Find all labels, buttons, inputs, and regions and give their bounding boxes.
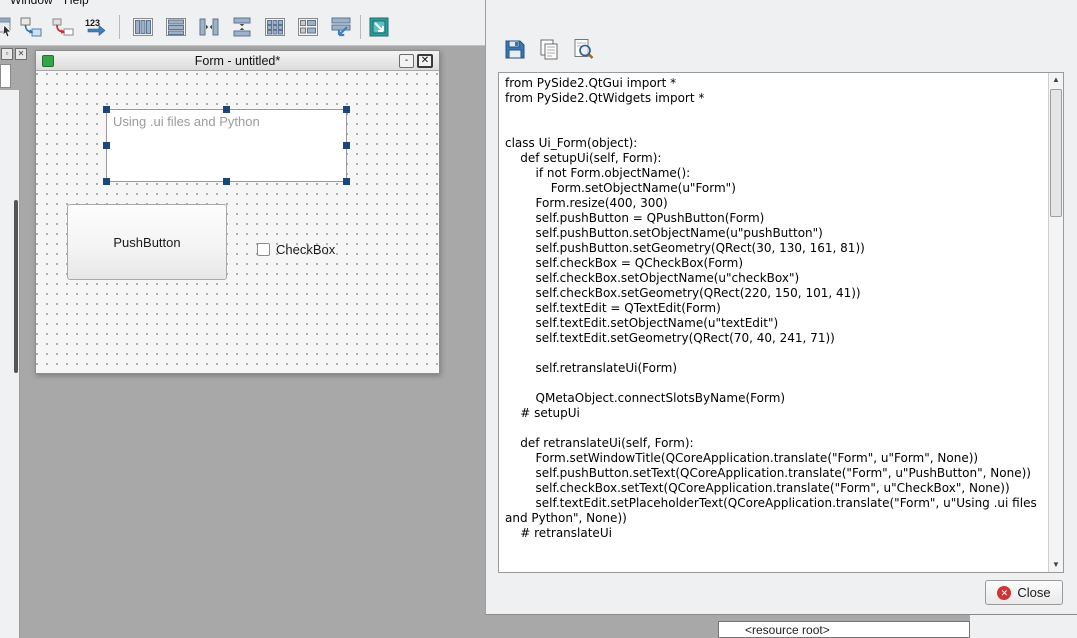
find-icon	[571, 37, 595, 61]
selection-handle-top-right[interactable]	[343, 106, 350, 113]
layout-splitter-vertical-button[interactable]	[229, 14, 255, 40]
selection-handle-top-left[interactable]	[103, 106, 110, 113]
edit-signals-slots-button[interactable]	[18, 14, 44, 40]
edit-widgets-icon	[0, 15, 15, 39]
toolbar-separator	[119, 15, 120, 39]
break-layout-button[interactable]	[328, 14, 354, 40]
edit-widgets-button[interactable]	[0, 14, 16, 40]
copy-icon	[537, 37, 561, 61]
designer-form-window: Form - untitled* - ✕ Using .ui files and…	[35, 50, 440, 374]
layout-horizontal-icon	[131, 15, 155, 39]
layout-vertical-button[interactable]	[163, 14, 189, 40]
selection-handle-bottom-left[interactable]	[103, 178, 110, 185]
checkbox-label: CheckBox	[276, 242, 335, 257]
edit-signals-slots-icon	[19, 15, 43, 39]
bottom-strip: <resource root>	[485, 615, 1077, 638]
scrollbar-slider[interactable]	[1050, 89, 1062, 217]
scroll-down-icon[interactable]: ▼	[1049, 558, 1063, 572]
close-dialog-button[interactable]: ✕ Close	[985, 580, 1063, 605]
code-preview-dialog: from PySide2.QtGui import * from PySide2…	[485, 0, 1077, 615]
scroll-up-icon[interactable]: ▲	[1049, 73, 1063, 87]
edit-buddies-icon	[51, 15, 75, 39]
form-canvas[interactable]: Using .ui files and Python PushButton Ch…	[36, 71, 439, 373]
menu-help[interactable]: Help	[64, 0, 89, 7]
edit-buddies-button[interactable]	[50, 14, 76, 40]
form-window-titlebar[interactable]: Form - untitled* - ✕	[36, 51, 439, 71]
textedit-placeholder: Using .ui files and Python	[107, 110, 346, 133]
selection-handle-bottom-right[interactable]	[343, 178, 350, 185]
widgetbox-scrollbar-handle[interactable]	[14, 200, 18, 373]
layout-splitter-horizontal-icon	[197, 15, 221, 39]
menu-window-label: Window	[10, 0, 53, 7]
save-button[interactable]	[502, 36, 528, 62]
selection-handle-bottom-middle[interactable]	[223, 178, 230, 185]
layout-form-icon	[296, 15, 320, 39]
adjust-size-button[interactable]	[366, 14, 392, 40]
checkbox-widget[interactable]: CheckBox	[257, 229, 358, 270]
dock-float-icon: ▫	[6, 49, 9, 58]
adjust-size-icon	[367, 15, 391, 39]
layout-splitter-vertical-icon	[230, 15, 254, 39]
widgetbox-filter-fragment[interactable]	[0, 64, 11, 88]
resource-root-item[interactable]: <resource root>	[719, 622, 969, 637]
form-close-button[interactable]: ✕	[417, 54, 433, 68]
find-button[interactable]	[570, 36, 596, 62]
copy-button[interactable]	[536, 36, 562, 62]
layout-vertical-icon	[164, 15, 188, 39]
resource-browser[interactable]: <resource root>	[718, 621, 970, 638]
close-button-label: Close	[1017, 585, 1050, 600]
menu-help-label: Help	[64, 0, 89, 7]
layout-form-button[interactable]	[295, 14, 321, 40]
checkbox-indicator[interactable]	[257, 243, 270, 256]
selection-handle-middle-right[interactable]	[343, 142, 350, 149]
menu-window[interactable]: Window	[10, 0, 53, 7]
resource-panel-edge	[970, 615, 1077, 638]
widgetbox-panel-edge	[0, 90, 20, 638]
code-area: from PySide2.QtGui import * from PySide2…	[498, 72, 1064, 573]
break-layout-icon	[329, 15, 353, 39]
edit-tab-order-button[interactable]: 123	[82, 14, 108, 40]
layout-horizontal-button[interactable]	[130, 14, 156, 40]
code-text[interactable]: from PySide2.QtGui import * from PySide2…	[499, 73, 1048, 572]
menubar: Window Help	[0, 0, 485, 9]
layout-splitter-horizontal-button[interactable]	[196, 14, 222, 40]
pushbutton-widget[interactable]: PushButton	[67, 204, 227, 280]
toolbar-separator	[360, 15, 361, 39]
layout-grid-icon	[263, 15, 287, 39]
form-window-icon	[42, 55, 54, 67]
main-toolbar: 123	[0, 9, 485, 46]
pushbutton-label: PushButton	[113, 235, 180, 250]
close-x-icon: ✕	[997, 586, 1011, 600]
mdi-area: ▫ ✕ Form - untitled* - ✕ Using .ui files…	[0, 46, 485, 638]
selection-handle-middle-left[interactable]	[103, 142, 110, 149]
layout-grid-button[interactable]	[262, 14, 288, 40]
textedit-widget[interactable]: Using .ui files and Python	[106, 109, 347, 182]
qt-designer-screen: Window Help	[0, 0, 1077, 638]
save-icon	[503, 37, 527, 61]
edit-tab-order-icon: 123	[83, 15, 107, 39]
selection-handle-top-middle[interactable]	[223, 106, 230, 113]
dock-close-icon: ✕	[18, 49, 25, 58]
dock-close-button[interactable]: ✕	[15, 48, 27, 60]
svg-text:123: 123	[85, 18, 100, 28]
code-scrollbar[interactable]: ▲ ▼	[1048, 73, 1063, 572]
form-window-title: Form - untitled*	[36, 54, 439, 68]
form-minimize-button[interactable]: -	[399, 54, 414, 68]
dock-float-button[interactable]: ▫	[1, 48, 13, 60]
